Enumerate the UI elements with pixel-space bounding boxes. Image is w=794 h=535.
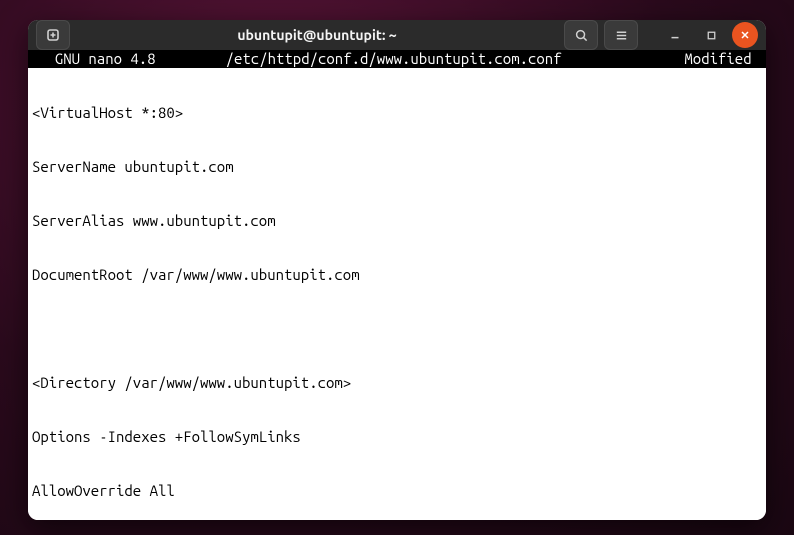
- editor-line: <VirtualHost *:80>: [32, 104, 762, 122]
- search-button[interactable]: [564, 20, 598, 50]
- nano-file-path: /etc/httpd/conf.d/www.ubuntupit.com.conf: [226, 50, 562, 68]
- editor-line: ServerAlias www.ubuntupit.com: [32, 212, 762, 230]
- search-icon: [574, 28, 589, 43]
- close-button[interactable]: [732, 22, 758, 48]
- terminal-body[interactable]: GNU nano 4.8 /etc/httpd/conf.d/www.ubunt…: [28, 50, 766, 520]
- menu-button[interactable]: [604, 20, 638, 50]
- editor-line: AllowOverride All: [32, 482, 762, 500]
- nano-header: GNU nano 4.8 /etc/httpd/conf.d/www.ubunt…: [28, 50, 766, 68]
- nano-app-name: GNU nano 4.8: [38, 50, 156, 68]
- editor-line: Options -Indexes +FollowSymLinks: [32, 428, 762, 446]
- maximize-button[interactable]: [696, 20, 726, 50]
- editor-area[interactable]: <VirtualHost *:80> ServerName ubuntupit.…: [28, 68, 766, 520]
- editor-line: [32, 320, 762, 338]
- minimize-button[interactable]: [660, 20, 690, 50]
- maximize-icon: [705, 29, 718, 42]
- hamburger-icon: [614, 28, 629, 43]
- nano-modified-status: Modified: [684, 50, 760, 68]
- editor-line: <Directory /var/www/www.ubuntupit.com>: [32, 374, 762, 392]
- window-title: ubuntupit@ubuntupit: ~: [70, 27, 564, 43]
- close-icon: [739, 29, 751, 41]
- editor-line: DocumentRoot /var/www/www.ubuntupit.com: [32, 266, 762, 284]
- new-tab-button[interactable]: [36, 20, 70, 50]
- minimize-icon: [668, 28, 682, 42]
- new-tab-icon: [45, 27, 61, 43]
- editor-line: ServerName ubuntupit.com: [32, 158, 762, 176]
- titlebar: ubuntupit@ubuntupit: ~: [28, 20, 766, 50]
- terminal-window: ubuntupit@ubuntupit: ~: [28, 20, 766, 520]
